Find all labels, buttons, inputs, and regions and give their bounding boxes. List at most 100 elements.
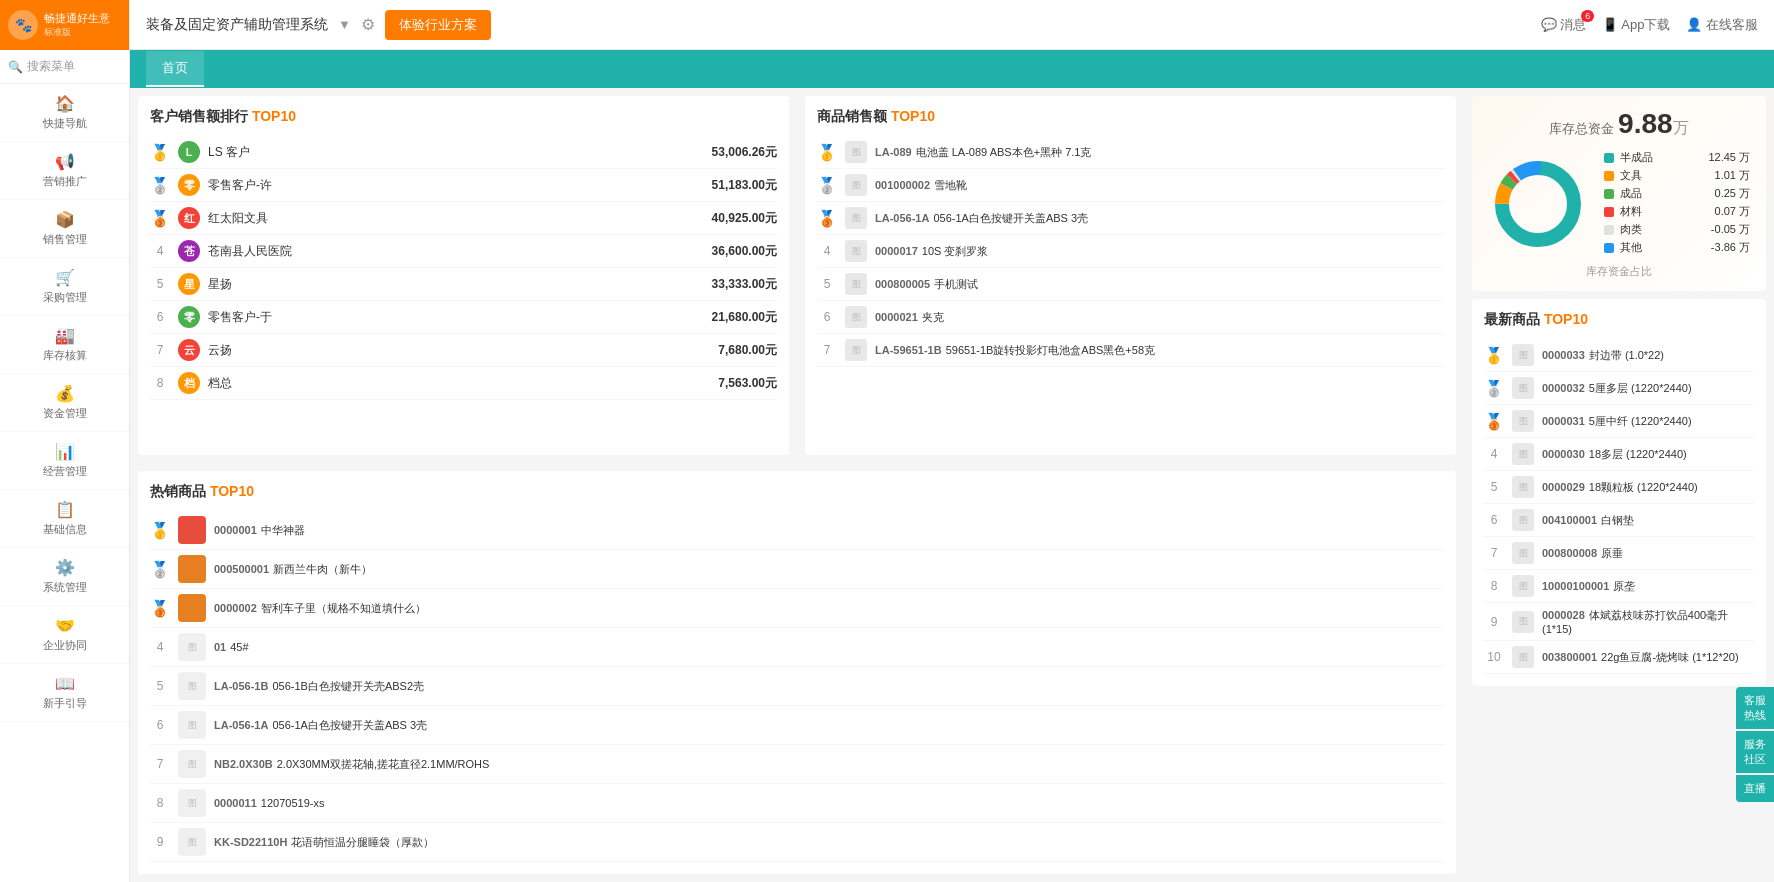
try-button[interactable]: 体验行业方案	[385, 10, 491, 40]
product-name: LA-59651-1B59651-1B旋转投影灯电池盒ABS黑色+58克	[875, 343, 1444, 358]
sidebar: 🐾 畅捷通好生意 标准版 🔍 搜索菜单 🏠 快捷导航 📢 营销推广 📦 销售管理…	[0, 0, 130, 882]
legend-label: 其他	[1620, 240, 1705, 255]
inventory-panel: 库存总资金 9.88万	[1472, 96, 1766, 291]
sidebar-item-base[interactable]: 📋 基础信息	[0, 490, 129, 548]
hot-product-info: LA-056-1B056-1B白色按键开关壳ABS2壳	[214, 679, 1444, 694]
customer-rank-row: 4 苍 苍南县人民医院 36,600.00元	[150, 235, 777, 268]
customer-rank-panel: 客户销售额排行 TOP10 🥇 L LS 客户 53,006.26元 🥈 零 零…	[138, 96, 789, 455]
inventory-legend: 半成品 12.45 万 文具 1.01 万 成品 0.25 万 材料 0.07 …	[1604, 150, 1750, 258]
rank-number: 7	[150, 343, 170, 357]
customer-rank-highlight: TOP10	[252, 108, 296, 124]
legend-item: 肉类 -0.05 万	[1604, 222, 1750, 237]
rank-number: 5	[1484, 480, 1504, 494]
rank-number: 6	[1484, 513, 1504, 527]
float-service-btn[interactable]: 客服热线	[1736, 687, 1774, 729]
legend-color	[1604, 207, 1614, 217]
product-thumb: 图	[1512, 646, 1534, 668]
product-thumb: 图	[1512, 410, 1534, 432]
product-rank-row: 5 图 000800005手机测试	[817, 268, 1444, 301]
dropdown-icon[interactable]: ▼	[338, 17, 351, 32]
medal-icon: 🥈	[150, 176, 170, 195]
customer-amount: 33,333.00元	[712, 276, 777, 293]
customer-rank-title: 客户销售额排行 TOP10	[150, 108, 777, 126]
sidebar-item-operations[interactable]: 📊 经营管理	[0, 432, 129, 490]
customer-name: 零售客户-于	[208, 309, 704, 326]
newest-products-panel: 最新商品 TOP10 🥇 图 0000033封边带 (1.0*22) 🥈 图 0…	[1472, 299, 1766, 686]
sidebar-item-label: 经营管理	[43, 464, 87, 479]
float-community-btn[interactable]: 服务社区	[1736, 731, 1774, 773]
customer-amount: 36,600.00元	[712, 243, 777, 260]
sidebar-logo: 🐾 畅捷通好生意 标准版	[0, 0, 129, 50]
rank-number: 7	[817, 343, 837, 357]
product-thumb: 图	[1512, 575, 1534, 597]
hot-product-row: 6 图 LA-056-1A056-1A白色按键开关盖ABS 3壳	[150, 706, 1444, 745]
logo-sub: 标准版	[44, 26, 110, 39]
newest-product-info: 0000033封边带 (1.0*22)	[1542, 348, 1754, 363]
product-rank-title: 商品销售额 TOP10	[817, 108, 1444, 126]
sidebar-item-label: 资金管理	[43, 406, 87, 421]
rank-number: 8	[150, 796, 170, 810]
rank-number: 5	[150, 277, 170, 291]
system-icon: ⚙️	[55, 558, 75, 577]
sidebar-item-sales[interactable]: 📦 销售管理	[0, 200, 129, 258]
product-thumb: 图	[845, 306, 867, 328]
legend-color	[1604, 243, 1614, 253]
sidebar-item-collab[interactable]: 🤝 企业协同	[0, 606, 129, 664]
rank-number: 7	[1484, 546, 1504, 560]
donut-svg	[1488, 154, 1588, 254]
product-name: 001000002雪地靴	[875, 178, 1444, 193]
marketing-icon: 📢	[55, 152, 75, 171]
customer-badge: 零	[178, 174, 200, 196]
customer-amount: 51,183.00元	[712, 177, 777, 194]
hot-products-panel: 热销商品 TOP10 🥇 0000001中华神器 🥈 000500001新西兰牛…	[138, 471, 1456, 874]
sidebar-item-finance[interactable]: 💰 资金管理	[0, 374, 129, 432]
customer-name: LS 客户	[208, 144, 704, 161]
sidebar-item-guide[interactable]: 📖 新手引导	[0, 664, 129, 722]
customer-badge: L	[178, 141, 200, 163]
newest-product-row: 10 图 00380000122g鱼豆腐-烧烤味 (1*12*20)	[1484, 641, 1754, 674]
online-service-button[interactable]: 👤 在线客服	[1686, 16, 1758, 34]
hot-product-info: 0145#	[214, 641, 1444, 653]
sidebar-search[interactable]: 🔍 搜索菜单	[0, 50, 129, 84]
tab-home[interactable]: 首页	[146, 51, 204, 87]
sidebar-item-quick[interactable]: 🏠 快捷导航	[0, 84, 129, 142]
legend-color	[1604, 225, 1614, 235]
newest-products-table: 🥇 图 0000033封边带 (1.0*22) 🥈 图 00000325厘多层 …	[1484, 339, 1754, 674]
rank-number: 6	[150, 718, 170, 732]
rank-number: 9	[150, 835, 170, 849]
inventory-icon: 🏭	[55, 326, 75, 345]
legend-item: 材料 0.07 万	[1604, 204, 1750, 219]
hot-product-info: 0000002智利车子里（规格不知道填什么）	[214, 601, 1444, 616]
notification-button[interactable]: 💬 消息 6	[1541, 16, 1587, 34]
newest-product-row: 8 图 10000100001原垄	[1484, 570, 1754, 603]
legend-label: 半成品	[1620, 150, 1702, 165]
sidebar-item-label: 快捷导航	[43, 116, 87, 131]
sidebar-item-marketing[interactable]: 📢 营销推广	[0, 142, 129, 200]
newest-product-info: 004100001白钢垫	[1542, 513, 1754, 528]
hot-product-info: LA-056-1A056-1A白色按键开关盖ABS 3壳	[214, 718, 1444, 733]
hot-product-info: 000500001新西兰牛肉（新牛）	[214, 562, 1444, 577]
legend-value: -3.86 万	[1711, 240, 1750, 255]
app-download-button[interactable]: 📱 App下载	[1602, 16, 1670, 34]
product-image: 图	[178, 672, 206, 700]
gear-icon[interactable]: ⚙	[361, 15, 375, 34]
sidebar-item-inventory[interactable]: 🏭 库存核算	[0, 316, 129, 374]
medal-icon: 🥈	[817, 176, 837, 195]
hot-product-info: 0000001中华神器	[214, 523, 1444, 538]
notification-icon: 💬	[1541, 17, 1557, 32]
legend-color	[1604, 153, 1614, 163]
sidebar-item-purchase[interactable]: 🛒 采购管理	[0, 258, 129, 316]
legend-value: -0.05 万	[1711, 222, 1750, 237]
customer-amount: 7,563.00元	[718, 375, 777, 392]
search-icon: 🔍	[8, 60, 23, 74]
sidebar-item-system[interactable]: ⚙️ 系统管理	[0, 548, 129, 606]
newest-product-row: 7 图 000800008原垂	[1484, 537, 1754, 570]
notif-badge: 6	[1581, 10, 1594, 22]
inventory-label: 库存总资金 9.88万	[1488, 108, 1750, 140]
medal-icon: 🥈	[1484, 379, 1504, 398]
home-icon: 🏠	[55, 94, 75, 113]
float-live-btn[interactable]: 直播	[1736, 775, 1774, 802]
product-image	[178, 555, 206, 583]
customer-name: 苍南县人民医院	[208, 243, 704, 260]
hot-products-title: 热销商品 TOP10	[150, 483, 1444, 501]
